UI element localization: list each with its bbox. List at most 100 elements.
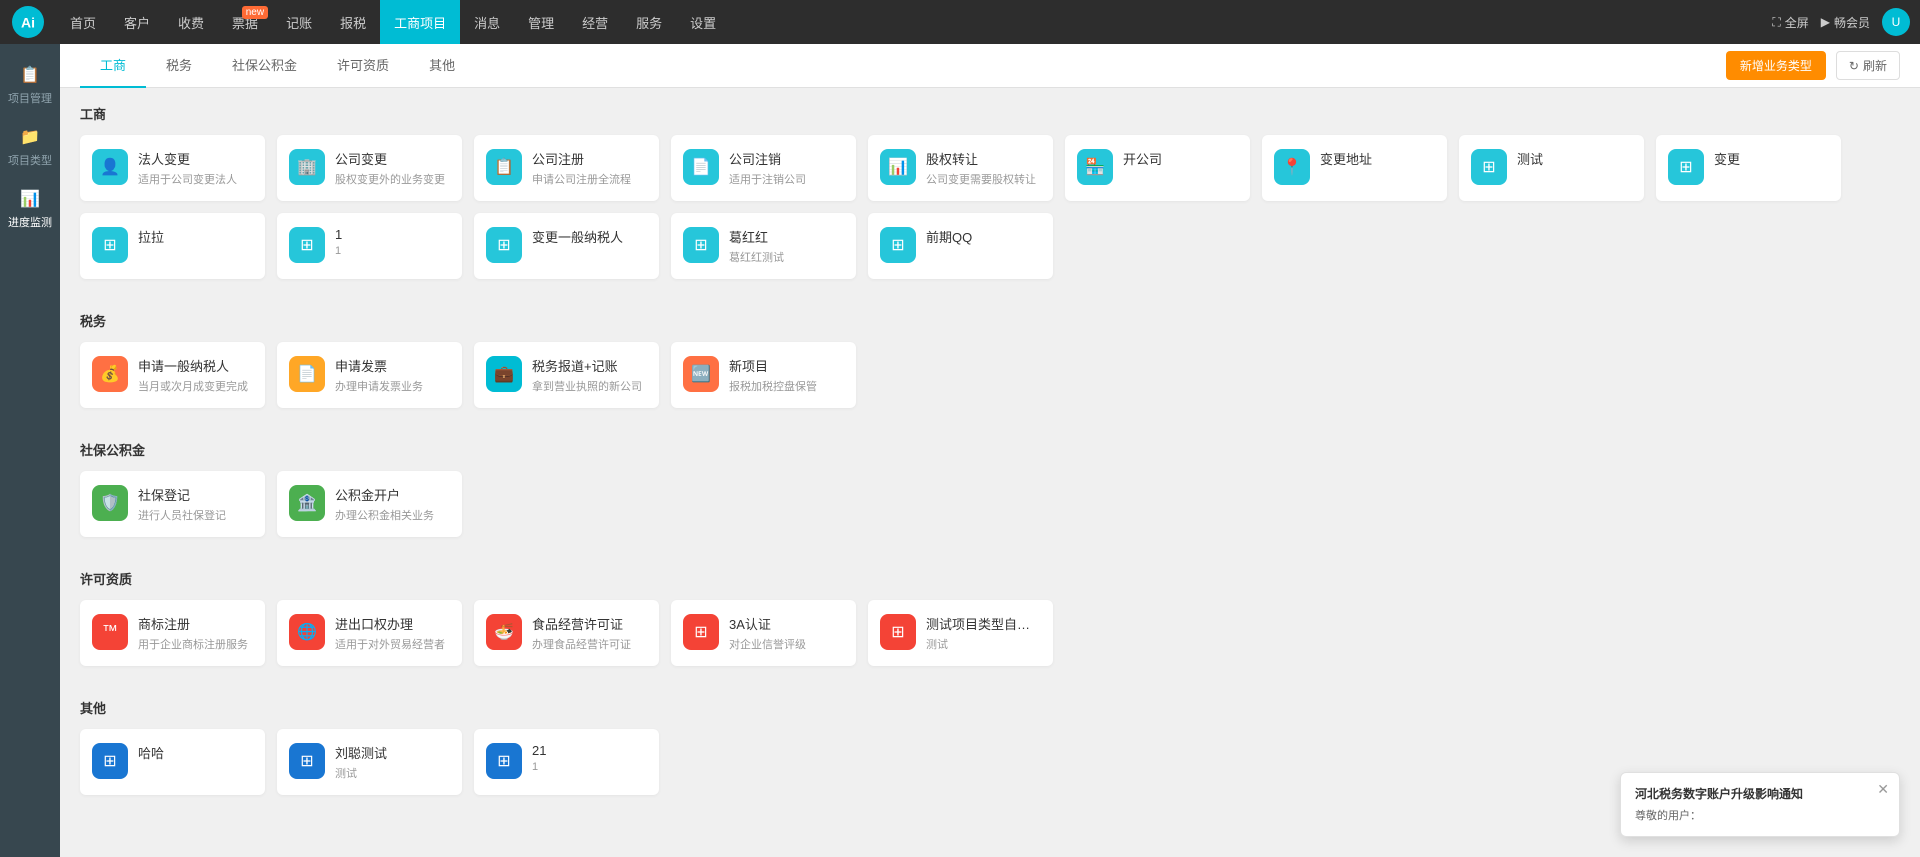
card-food-license[interactable]: 🍜 食品经营许可证 办理食品经营许可证 <box>474 600 659 666</box>
tab-qita[interactable]: 其他 <box>409 44 475 88</box>
notification-popup: ✕ 河北税务数字账户升级影响通知 尊敬的用户： <box>1620 772 1900 838</box>
nav-settings[interactable]: 设置 <box>676 0 730 44</box>
import-export-desc: 适用于对外贸易经营者 <box>335 636 450 652</box>
trademark-icon: ™ <box>92 614 128 650</box>
card-21[interactable]: ⊞ 21 1 <box>474 729 659 795</box>
company-cancel-title: 公司注销 <box>729 149 844 168</box>
social-insurance-desc: 进行人员社保登记 <box>138 507 253 523</box>
cards-xuke: ™ 商标注册 用于企业商标注册服务 🌐 进出口权办理 适用于对外贸易经营者 🍜 <box>80 600 1900 666</box>
import-export-icon: 🌐 <box>289 614 325 650</box>
card-legal-change[interactable]: 👤 法人变更 适用于公司变更法人 <box>80 135 265 201</box>
fullscreen-icon: ⛶ <box>1772 15 1780 30</box>
card-change-address[interactable]: 📍 变更地址 <box>1262 135 1447 201</box>
nav-ticket[interactable]: 票据 new <box>218 0 272 44</box>
3a-desc: 对企业信誉评级 <box>729 636 844 652</box>
member-label: 畅会员 <box>1834 14 1870 31</box>
apply-invoice-icon: 📄 <box>289 356 325 392</box>
card-company-cancel[interactable]: 📄 公司注销 适用于注销公司 <box>671 135 856 201</box>
nav-bookkeeping[interactable]: 记账 <box>272 0 326 44</box>
tab-shuiwu[interactable]: 税务 <box>146 44 212 88</box>
one-desc: 1 <box>335 245 450 257</box>
test-type-title: 测试项目类型自定义 <box>926 614 1041 633</box>
new-project-desc: 报税加税控盘保管 <box>729 378 844 394</box>
gehonghong-icon: ⊞ <box>683 227 719 263</box>
provident-fund-desc: 办理公积金相关业务 <box>335 507 450 523</box>
card-liucong[interactable]: ⊞ 刘聪测试 测试 <box>277 729 462 795</box>
card-3a[interactable]: ⊞ 3A认证 对企业信誉评级 <box>671 600 856 666</box>
nav-service[interactable]: 服务 <box>622 0 676 44</box>
nav-messages[interactable]: 消息 <box>460 0 514 44</box>
change2-title: 变更 <box>1714 149 1829 168</box>
card-gehonghong[interactable]: ⊞ 葛红红 葛红红测试 <box>671 213 856 279</box>
refresh-label: 刷新 <box>1863 57 1887 74</box>
card-test-type[interactable]: ⊞ 测试项目类型自定义 测试 <box>868 600 1053 666</box>
card-lala[interactable]: ⊞ 拉拉 <box>80 213 265 279</box>
tab-shebao[interactable]: 社保公积金 <box>212 44 317 88</box>
food-license-icon: 🍜 <box>486 614 522 650</box>
card-test1[interactable]: ⊞ 测试 <box>1459 135 1644 201</box>
card-apply-taxpayer[interactable]: 💰 申请一般纳税人 当月或次月成变更完成 <box>80 342 265 408</box>
equity-transfer-title: 股权转让 <box>926 149 1041 168</box>
card-social-insurance[interactable]: 🛡️ 社保登记 进行人员社保登记 <box>80 471 265 537</box>
nav-customer[interactable]: 客户 <box>110 0 164 44</box>
card-change-taxpayer[interactable]: ⊞ 变更一般纳税人 <box>474 213 659 279</box>
new-type-button[interactable]: 新增业务类型 <box>1726 51 1826 80</box>
card-open-company[interactable]: 🏪 开公司 <box>1065 135 1250 201</box>
provident-fund-icon: 🏦 <box>289 485 325 521</box>
card-qq[interactable]: ⊞ 前期QQ <box>868 213 1053 279</box>
card-tax-bookkeeping[interactable]: 💼 税务报道+记账 拿到营业执照的新公司 <box>474 342 659 408</box>
test1-title: 测试 <box>1517 149 1632 168</box>
sub-tabs: 工商 税务 社保公积金 许可资质 其他 新增业务类型 ↻ 刷新 <box>60 44 1920 88</box>
fullscreen-button[interactable]: ⛶ 全屏 <box>1772 14 1808 31</box>
change-taxpayer-title: 变更一般纳税人 <box>532 227 647 246</box>
project-manage-icon: 📋 <box>19 64 41 86</box>
haha-title: 哈哈 <box>138 743 253 762</box>
nav-manage[interactable]: 管理 <box>514 0 568 44</box>
sidebar-item-progress[interactable]: 📊 进度监测 <box>0 178 60 240</box>
nav-home[interactable]: 首页 <box>56 0 110 44</box>
card-equity-transfer[interactable]: 📊 股权转让 公司变更需要股权转让 <box>868 135 1053 201</box>
gehonghong-title: 葛红红 <box>729 227 844 246</box>
qq-icon: ⊞ <box>880 227 916 263</box>
card-provident-fund[interactable]: 🏦 公积金开户 办理公积金相关业务 <box>277 471 462 537</box>
21-desc: 1 <box>532 761 647 773</box>
change-taxpayer-icon: ⊞ <box>486 227 522 263</box>
card-import-export[interactable]: 🌐 进出口权办理 适用于对外贸易经营者 <box>277 600 462 666</box>
company-change-desc: 股权变更外的业务变更 <box>335 171 450 187</box>
open-company-icon: 🏪 <box>1077 149 1113 185</box>
refresh-button[interactable]: ↻ 刷新 <box>1836 51 1900 80</box>
card-company-change[interactable]: 🏢 公司变更 股权变更外的业务变更 <box>277 135 462 201</box>
card-change2[interactable]: ⊞ 变更 <box>1656 135 1841 201</box>
sidebar-label-project-manage: 项目管理 <box>8 90 52 106</box>
nav-business[interactable]: 工商项目 <box>380 0 460 44</box>
liucong-title: 刘聪测试 <box>335 743 450 762</box>
tab-gongshang[interactable]: 工商 <box>80 44 146 88</box>
change2-icon: ⊞ <box>1668 149 1704 185</box>
card-one[interactable]: ⊞ 1 1 <box>277 213 462 279</box>
card-apply-invoice[interactable]: 📄 申请发票 办理申请发票业务 <box>277 342 462 408</box>
sidebar-item-project-manage[interactable]: 📋 项目管理 <box>0 54 60 116</box>
sidebar-item-project-type[interactable]: 📁 项目类型 <box>0 116 60 178</box>
new-project-icon: 🆕 <box>683 356 719 392</box>
food-license-desc: 办理食品经营许可证 <box>532 636 647 652</box>
section-shuiwu: 税务 💰 申请一般纳税人 当月或次月成变更完成 📄 申请发票 办理申请发票业务 <box>60 295 1920 408</box>
trademark-desc: 用于企业商标注册服务 <box>138 636 253 652</box>
card-haha[interactable]: ⊞ 哈哈 <box>80 729 265 795</box>
section-xuke: 许可资质 ™ 商标注册 用于企业商标注册服务 🌐 进出口权办理 适用于对外贸易经… <box>60 553 1920 666</box>
import-export-title: 进出口权办理 <box>335 614 450 633</box>
section-title-gongshang: 工商 <box>80 104 1900 123</box>
card-new-project[interactable]: 🆕 新项目 报税加税控盘保管 <box>671 342 856 408</box>
nav-right-area: ⛶ 全屏 ▶ 畅会员 U <box>1772 8 1910 36</box>
tab-xuke[interactable]: 许可资质 <box>317 44 409 88</box>
app-logo: Ai <box>10 4 46 40</box>
nav-billing[interactable]: 收费 <box>164 0 218 44</box>
haha-icon: ⊞ <box>92 743 128 779</box>
nav-operation[interactable]: 经营 <box>568 0 622 44</box>
notification-close-button[interactable]: ✕ <box>1877 781 1889 798</box>
avatar[interactable]: U <box>1882 8 1910 36</box>
nav-tax[interactable]: 报税 <box>326 0 380 44</box>
card-trademark[interactable]: ™ 商标注册 用于企业商标注册服务 <box>80 600 265 666</box>
member-button[interactable]: ▶ 畅会员 <box>1821 14 1870 31</box>
card-company-register[interactable]: 📋 公司注册 申请公司注册全流程 <box>474 135 659 201</box>
company-change-title: 公司变更 <box>335 149 450 168</box>
